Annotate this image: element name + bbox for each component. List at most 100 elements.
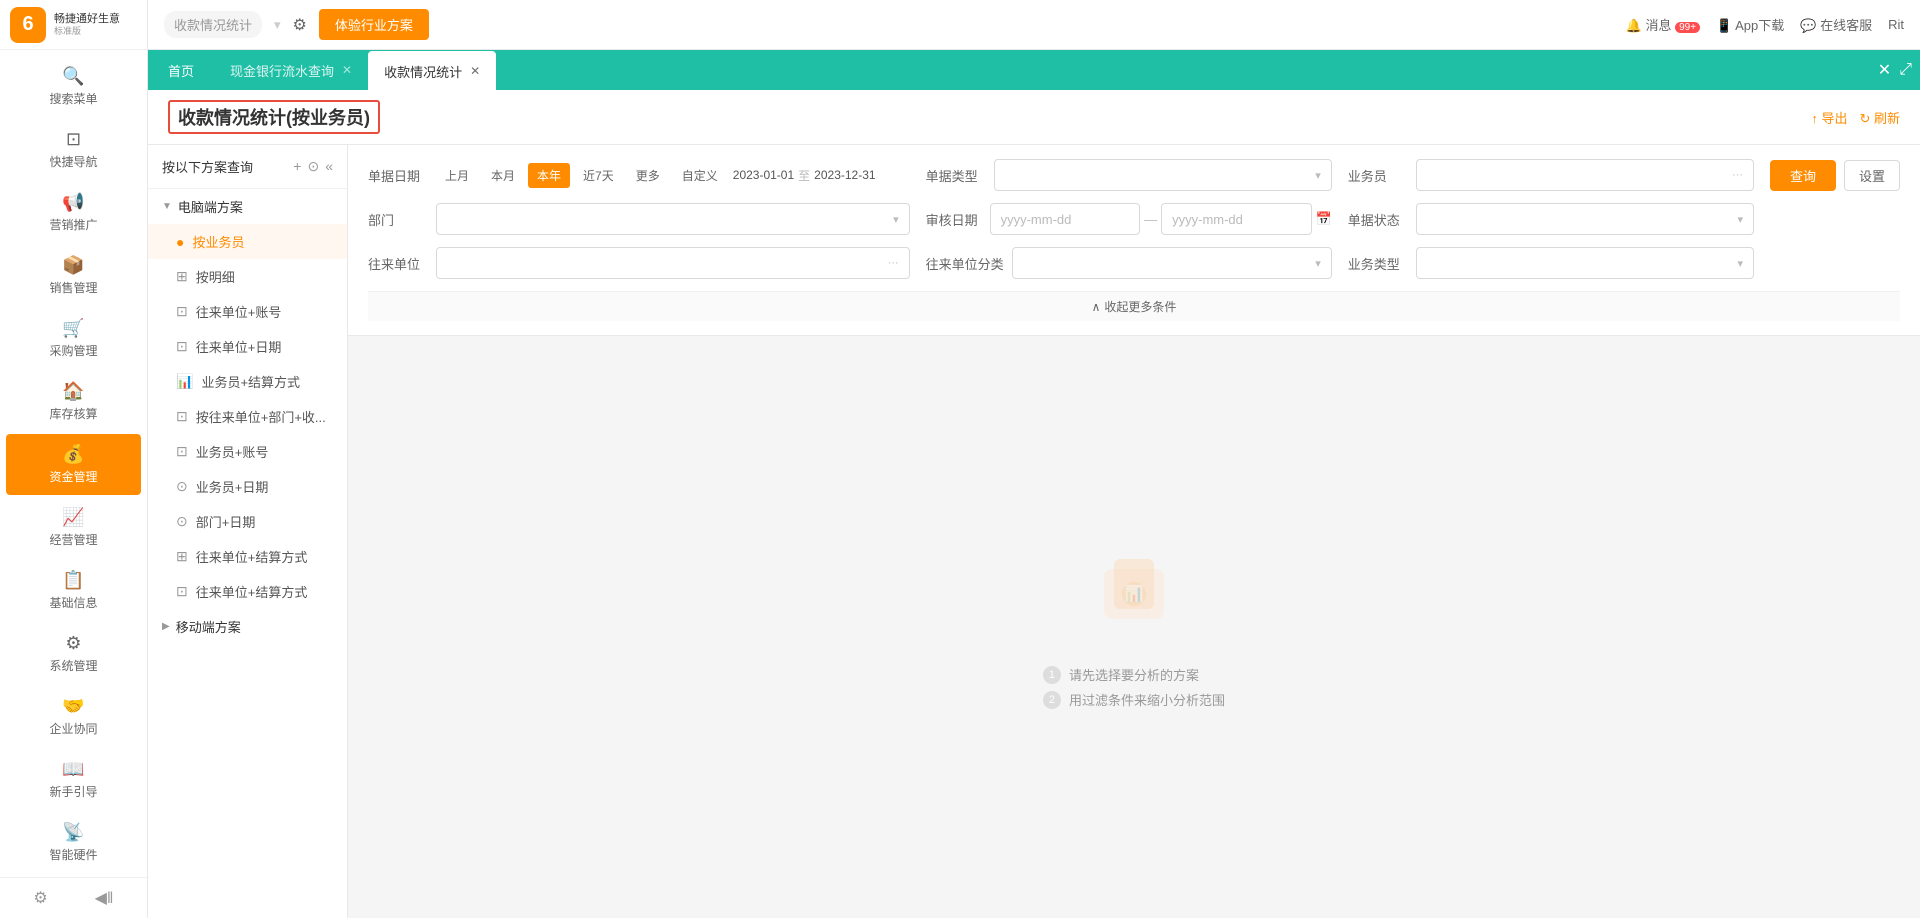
- date-tab-自定义[interactable]: 自定义: [673, 163, 727, 188]
- sidebar-item-7[interactable]: 📈经营管理: [6, 497, 141, 558]
- sidebar-item-6[interactable]: 💰资金管理: [6, 434, 141, 495]
- search-row-1: 单据日期 上月本月本年近7天更多自定义 2023-01-01 至 2023-12…: [368, 159, 1900, 191]
- review-date-end[interactable]: [1161, 203, 1312, 235]
- plan-item-label-0-4: 业务员+结算方式: [201, 372, 300, 391]
- sidebar-icon-4: 🛒: [62, 318, 84, 339]
- plan-item-0-5[interactable]: ⊡按往来单位+部门+收...: [148, 399, 347, 434]
- plan-group-title-1[interactable]: ▶移动端方案: [148, 609, 347, 644]
- sidebar-item-11[interactable]: 📖新手引导: [6, 749, 141, 810]
- sidebar-icon-8: 📋: [62, 570, 84, 591]
- refresh-button[interactable]: ↻ 刷新: [1859, 108, 1900, 127]
- sidebar-nav: 🔍搜索菜单⊡快捷导航📢营销推广📦销售管理 🛒 采购管理 🏠库存核算💰资金管理📈经营管理…: [0, 50, 147, 877]
- online-service-link[interactable]: 💬 在线客服: [1800, 15, 1872, 34]
- plan-item-0-10[interactable]: ⊡往来单位+结算方式: [148, 574, 347, 609]
- date-tab-更多[interactable]: 更多: [627, 163, 669, 188]
- sidebar-item-3[interactable]: 📦销售管理: [6, 245, 141, 306]
- plan-item-0-4[interactable]: 📊 业务员+结算方式: [148, 364, 347, 399]
- left-panel-header: 按以下方案查询 + ⊙ «: [148, 145, 347, 189]
- plan-item-icon-0-10: ⊡: [176, 583, 188, 600]
- plan-item-0-8[interactable]: ⊙部门+日期: [148, 504, 347, 539]
- tabbar-right: ✕ ⤢: [1878, 60, 1920, 80]
- trial-button[interactable]: 体验行业方案: [319, 9, 429, 40]
- tab-collection[interactable]: 收款情况统计 ✕: [368, 51, 496, 91]
- topbar-right: 🔔 消息 99+ 📱 App下载 💬 在线客服 Rit: [1626, 15, 1904, 34]
- calendar-icon-1[interactable]: 📅: [1316, 211, 1332, 227]
- bill-status-label: 单据状态: [1348, 210, 1408, 229]
- sidebar-icon-5: 🏠: [62, 381, 84, 402]
- page-actions: ↑ 导出 ↻ 刷新: [1811, 108, 1900, 127]
- tab-close-all[interactable]: ✕: [1878, 60, 1891, 80]
- sidebar-item-1[interactable]: ⊡快捷导航: [6, 119, 141, 180]
- plan-settings-icon[interactable]: ⊙: [307, 158, 319, 175]
- sidebar-item-10[interactable]: 🤝企业协同: [6, 686, 141, 747]
- plan-item-0-7[interactable]: ⊙业务员+日期: [148, 469, 347, 504]
- sidebar-icon-1: ⊡: [66, 129, 81, 150]
- plan-item-0-0[interactable]: ●按业务员: [148, 224, 347, 259]
- topbar: 收款情况统计 ▾ ⚙ 体验行业方案 🔔 消息 99+ 📱 App下载 💬 在线客…: [148, 0, 1920, 50]
- plan-item-0-9[interactable]: ⊞往来单位+结算方式: [148, 539, 347, 574]
- plan-group-title-0[interactable]: ▼电脑端方案: [148, 189, 347, 224]
- sidebar-item-2[interactable]: 📢营销推广: [6, 182, 141, 243]
- plan-item-label-0-3: 往来单位+日期: [196, 337, 282, 356]
- settings-footer-icon[interactable]: ⚙: [33, 888, 47, 908]
- review-date-field: 审核日期 — 📅: [926, 203, 1332, 235]
- empty-illustration: 📊: [1084, 539, 1184, 639]
- plan-item-label-0-0: 按业务员: [192, 232, 244, 251]
- add-plan-icon[interactable]: +: [293, 158, 301, 175]
- plan-item-0-2[interactable]: ⊡往来单位+账号: [148, 294, 347, 329]
- plan-item-0-3[interactable]: ⊡往来单位+日期: [148, 329, 347, 364]
- collapse-footer-icon[interactable]: ◀‖: [95, 888, 114, 908]
- export-button[interactable]: ↑ 导出: [1811, 108, 1847, 127]
- sidebar-item-9[interactable]: ⚙系统管理: [6, 623, 141, 684]
- date-tab-近7天[interactable]: 近7天: [574, 163, 623, 188]
- plan-item-0-1[interactable]: ⊞按明细: [148, 259, 347, 294]
- biz-type-select[interactable]: ▾: [1416, 247, 1754, 279]
- sidebar-item-4[interactable]: 🛒 采购管理: [6, 308, 141, 369]
- search-row-3: 往来单位 ··· 往来单位分类 ▾ 业务类型: [368, 247, 1900, 279]
- date-field: 单据日期 上月本月本年近7天更多自定义 2023-01-01 至 2023-12…: [368, 163, 910, 188]
- sidebar-icon-12: 📡: [62, 822, 84, 843]
- sidebar-item-0[interactable]: 🔍搜索菜单: [6, 56, 141, 117]
- app-download-link[interactable]: 📱 App下载: [1716, 15, 1784, 34]
- left-panel: 按以下方案查询 + ⊙ « ▼电脑端方案●按业务员⊞按明细⊡往来单位+账号⊡往来…: [148, 145, 348, 918]
- tab-bank-flow[interactable]: 现金银行流水查询 ✕: [214, 50, 368, 90]
- salesperson-select[interactable]: ···: [1416, 159, 1754, 191]
- partner-select[interactable]: ···: [436, 247, 910, 279]
- plan-item-icon-0-4: 📊: [176, 373, 193, 390]
- plan-group-label-1: 移动端方案: [176, 617, 241, 636]
- empty-state: 📊 1 请先选择要分析的方案 2 用过滤条件来缩小分析范围: [348, 336, 1920, 918]
- date-tab-上月[interactable]: 上月: [436, 163, 478, 188]
- collapse-panel-icon[interactable]: «: [325, 158, 333, 175]
- tab-home[interactable]: 首页: [148, 50, 214, 90]
- sidebar-label-9: 系统管理: [49, 657, 97, 674]
- plan-item-icon-0-5: ⊡: [176, 408, 188, 425]
- biz-type-field: 业务类型 ▾: [1348, 247, 1754, 279]
- svg-text:📊: 📊: [1124, 584, 1144, 603]
- sidebar-item-8[interactable]: 📋基础信息: [6, 560, 141, 621]
- sidebar-footer: ⚙ ◀‖: [0, 877, 147, 918]
- settings-icon[interactable]: ⚙: [293, 15, 307, 35]
- setting-button[interactable]: 设置: [1844, 160, 1900, 191]
- plan-item-0-6[interactable]: ⊡业务员+账号: [148, 434, 347, 469]
- date-tab-本月[interactable]: 本月: [482, 163, 524, 188]
- sidebar-label-4: 采购管理: [49, 342, 97, 359]
- tab-bank-flow-close[interactable]: ✕: [342, 63, 352, 77]
- type-select[interactable]: ▾: [994, 159, 1332, 191]
- query-button[interactable]: 查询: [1770, 160, 1836, 191]
- dept-select[interactable]: ▾: [436, 203, 910, 235]
- review-date-start[interactable]: [990, 203, 1141, 235]
- bill-status-select[interactable]: ▾: [1416, 203, 1754, 235]
- date-tab-本年[interactable]: 本年: [528, 163, 570, 188]
- partner-cat-select[interactable]: ▾: [1012, 247, 1332, 279]
- tab-collection-close[interactable]: ✕: [470, 64, 480, 78]
- collapse-button[interactable]: ∧ 收起更多条件: [368, 291, 1900, 321]
- step-2-text: 用过滤条件来缩小分析范围: [1069, 690, 1225, 709]
- biz-type-select-arrow: ▾: [1737, 257, 1743, 270]
- messages-icon[interactable]: 🔔 消息 99+: [1626, 15, 1700, 34]
- logo-text: 畅捷通好生意 标准版: [54, 12, 120, 38]
- sidebar-item-12[interactable]: 📡智能硬件: [6, 812, 141, 873]
- date-label: 单据日期: [368, 166, 428, 185]
- sidebar-item-5[interactable]: 🏠库存核算: [6, 371, 141, 432]
- plan-item-label-0-1: 按明细: [196, 267, 235, 286]
- tab-maximize[interactable]: ⤢: [1899, 61, 1912, 79]
